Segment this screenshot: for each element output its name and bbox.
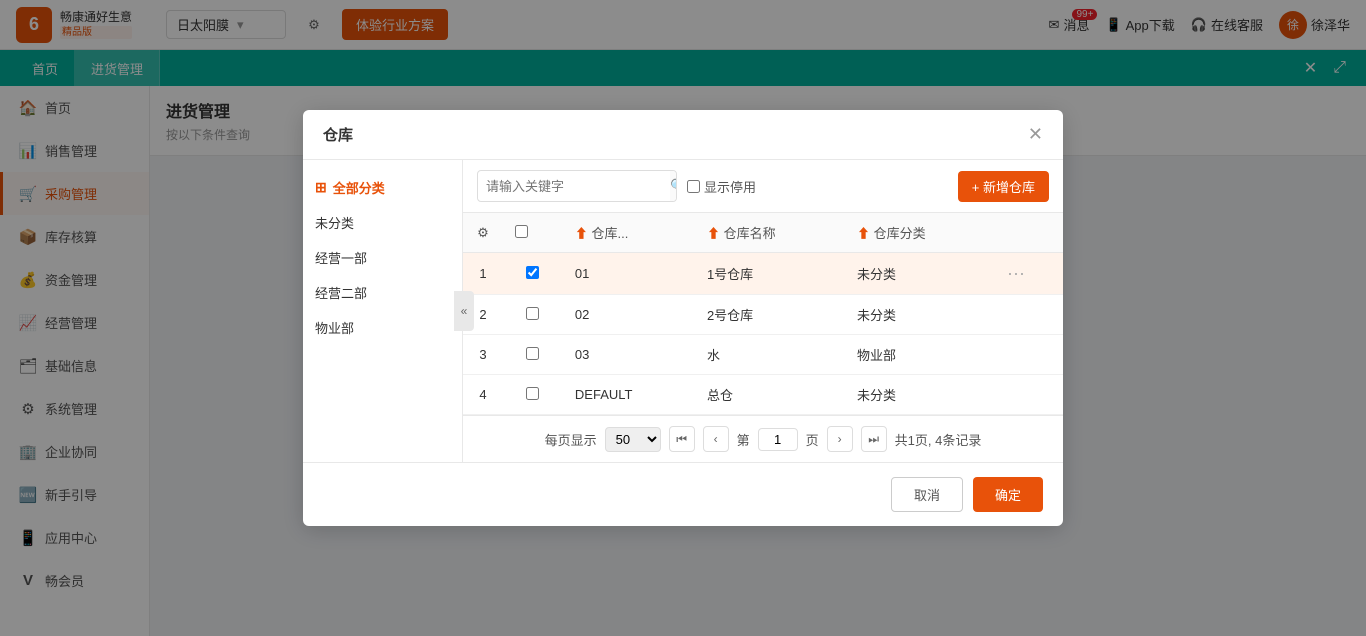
table-row: 4 DEFAULT 总仓 未分类 — [463, 375, 1063, 415]
search-input[interactable] — [478, 174, 670, 199]
category-panel: ⊞ 全部分类 未分类 经营一部 经营二部 物业部 « — [303, 160, 463, 462]
td-category: 未分类 — [845, 375, 995, 415]
page-size-select[interactable]: 50 20 100 — [605, 427, 661, 452]
td-no: 02 — [563, 295, 695, 335]
category-all[interactable]: ⊞ 全部分类 — [303, 170, 462, 205]
warehouse-modal: 仓库 ✕ ⊞ 全部分类 未分类 经营一部 经营二部 — [303, 110, 1063, 526]
td-name: 总仓 — [695, 375, 845, 415]
th-category: ⬆ 仓库分类 — [845, 213, 995, 253]
td-check — [503, 295, 563, 335]
modal-body: ⊞ 全部分类 未分类 经营一部 经营二部 物业部 « — [303, 160, 1063, 462]
sort-icon-name: ⬆ — [707, 226, 720, 241]
grid-icon: ⊞ — [315, 179, 327, 196]
table-row: 3 03 水 物业部 — [463, 335, 1063, 375]
td-no: 01 — [563, 253, 695, 295]
page-suffix: 页 — [806, 430, 819, 449]
category-collapse-btn[interactable]: « — [454, 291, 474, 331]
search-input-wrap: 🔍 — [477, 170, 677, 202]
td-more — [995, 335, 1063, 375]
modal-title: 仓库 — [323, 124, 353, 145]
td-gear: 4 — [463, 375, 503, 415]
row-checkbox[interactable] — [526, 387, 539, 400]
td-more: ··· — [995, 253, 1063, 295]
modal-header: 仓库 ✕ — [303, 110, 1063, 160]
page-label: 第 — [737, 430, 750, 449]
page-input[interactable] — [758, 428, 798, 451]
show-disabled-checkbox[interactable] — [687, 180, 700, 193]
show-disabled-label: 显示停用 — [704, 177, 756, 196]
data-table: ⚙ ⬆ 仓库... ⬆ 仓库名称 — [463, 213, 1063, 415]
td-no: DEFAULT — [563, 375, 695, 415]
td-name: 2号仓库 — [695, 295, 845, 335]
warehouse-table: ⚙ ⬆ 仓库... ⬆ 仓库名称 — [463, 213, 1063, 415]
table-panel: 🔍 显示停用 + 新增仓库 ⚙ — [463, 160, 1063, 462]
td-category: 物业部 — [845, 335, 995, 375]
td-check — [503, 335, 563, 375]
td-gear: 3 — [463, 335, 503, 375]
search-icon[interactable]: 🔍 — [670, 171, 677, 201]
sort-icon-cat: ⬆ — [857, 226, 870, 241]
category-prop[interactable]: 物业部 — [303, 310, 462, 345]
row-checkbox[interactable] — [526, 307, 539, 320]
prev-page-btn[interactable]: ‹ — [703, 426, 729, 452]
select-all-checkbox[interactable] — [515, 225, 528, 238]
td-check — [503, 375, 563, 415]
td-more — [995, 375, 1063, 415]
category-none[interactable]: 未分类 — [303, 205, 462, 240]
total-info: 共1页, 4条记录 — [895, 430, 982, 449]
last-page-btn[interactable]: ⏭ — [861, 426, 887, 452]
category-op2[interactable]: 经营二部 — [303, 275, 462, 310]
table-row: 2 02 2号仓库 未分类 — [463, 295, 1063, 335]
td-name: 水 — [695, 335, 845, 375]
table-header-row: ⚙ ⬆ 仓库... ⬆ 仓库名称 — [463, 213, 1063, 253]
td-more — [995, 295, 1063, 335]
td-gear: 1 — [463, 253, 503, 295]
th-actions — [995, 213, 1063, 253]
th-name: ⬆ 仓库名称 — [695, 213, 845, 253]
th-check — [503, 213, 563, 253]
more-icon[interactable]: ··· — [1007, 263, 1025, 283]
row-checkbox[interactable] — [526, 266, 539, 279]
cancel-button[interactable]: 取消 — [891, 477, 963, 512]
pagination: 每页显示 50 20 100 ⏮ ‹ 第 页 › ⏭ 共1页, 4条记录 — [463, 415, 1063, 462]
th-code: ⬆ 仓库... — [563, 213, 695, 253]
show-disabled-wrap: 显示停用 — [687, 177, 756, 196]
category-op1[interactable]: 经营一部 — [303, 240, 462, 275]
td-name: 1号仓库 — [695, 253, 845, 295]
table-toolbar: 🔍 显示停用 + 新增仓库 — [463, 160, 1063, 213]
close-icon[interactable]: ✕ — [1028, 124, 1043, 145]
confirm-button[interactable]: 确定 — [973, 477, 1043, 512]
table-row: 1 01 1号仓库 未分类 ··· — [463, 253, 1063, 295]
th-gear: ⚙ — [463, 213, 503, 253]
page-size-label: 每页显示 — [545, 430, 597, 449]
row-checkbox[interactable] — [526, 347, 539, 360]
td-category: 未分类 — [845, 253, 995, 295]
sort-icon: ⬆ — [575, 226, 588, 241]
first-page-btn[interactable]: ⏮ — [669, 426, 695, 452]
td-check — [503, 253, 563, 295]
add-warehouse-button[interactable]: + 新增仓库 — [958, 171, 1049, 202]
td-no: 03 — [563, 335, 695, 375]
td-category: 未分类 — [845, 295, 995, 335]
modal-footer: 取消 确定 — [303, 462, 1063, 526]
table-body: 1 01 1号仓库 未分类 ··· 2 02 2号仓库 未分类 3 03 水 物… — [463, 253, 1063, 415]
modal-overlay: 仓库 ✕ ⊞ 全部分类 未分类 经营一部 经营二部 — [0, 0, 1366, 636]
next-page-btn[interactable]: › — [827, 426, 853, 452]
